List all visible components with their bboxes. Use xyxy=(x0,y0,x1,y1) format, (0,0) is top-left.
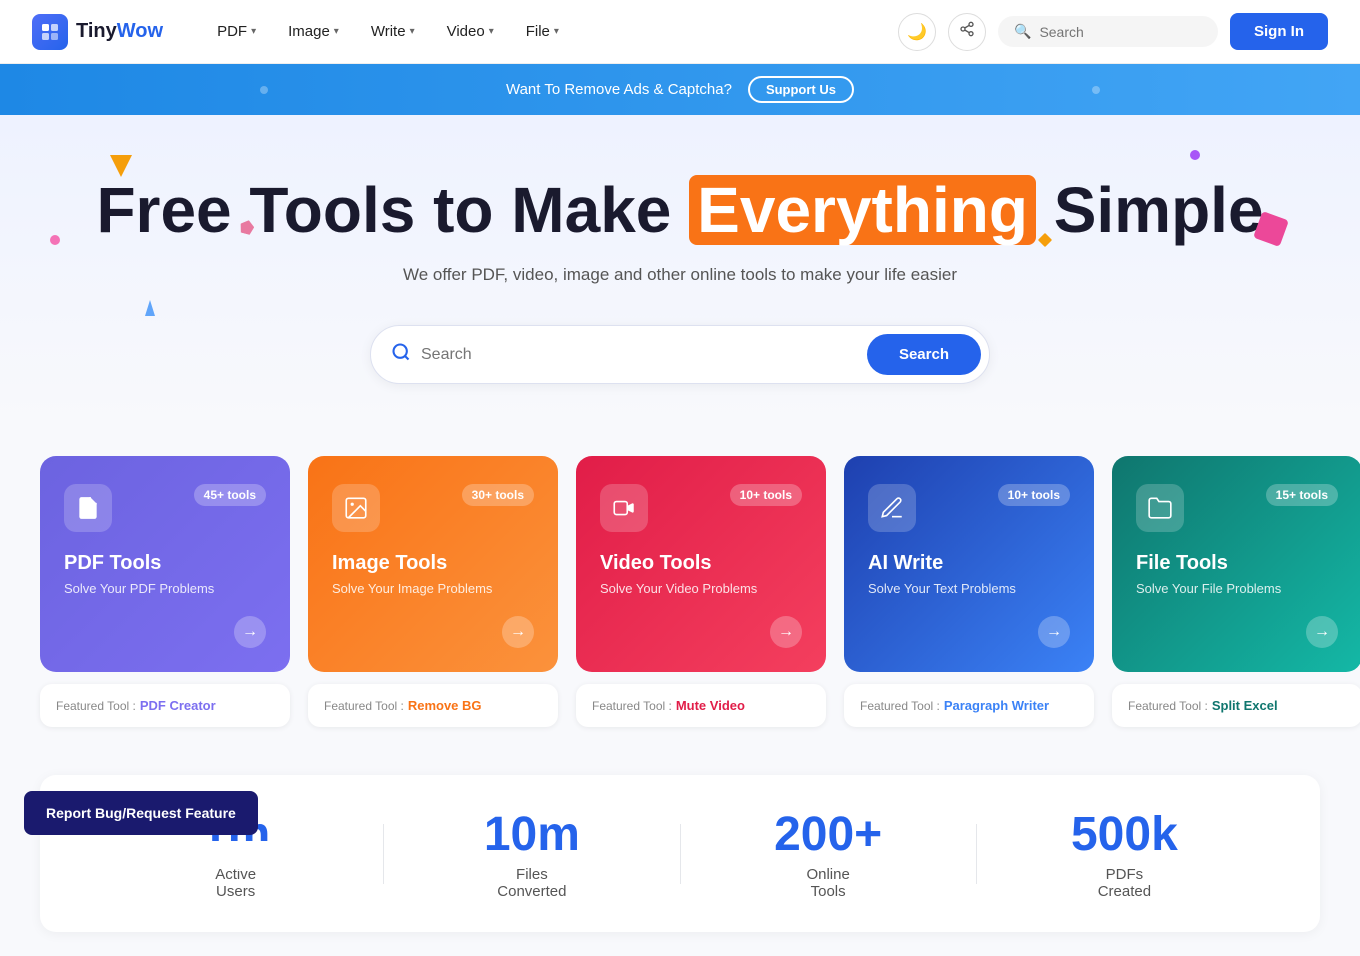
image-title: Image Tools xyxy=(332,552,534,575)
file-arrow[interactable]: → xyxy=(1306,616,1338,648)
stat-tools-label: OnlineTools xyxy=(681,866,976,900)
search-icon: 🔍 xyxy=(1014,23,1031,40)
logo[interactable]: TinyWow xyxy=(32,14,163,50)
moon-icon: 🌙 xyxy=(907,22,927,42)
video-arrow[interactable]: → xyxy=(770,616,802,648)
tool-card-video[interactable]: 10+ tools Video Tools Solve Your Video P… xyxy=(576,456,826,672)
file-subtitle: Solve Your File Problems xyxy=(1136,581,1338,596)
stat-tools: 200+ OnlineTools xyxy=(681,807,976,900)
chevron-down-icon: ▾ xyxy=(410,26,415,37)
banner-dot-1 xyxy=(260,86,268,94)
ai-badge: 10+ tools xyxy=(998,484,1070,506)
video-subtitle: Solve Your Video Problems xyxy=(600,581,802,596)
image-badge: 30+ tools xyxy=(462,484,534,506)
navbar: TinyWow PDF ▾ Image ▾ Write ▾ Video ▾ Fi… xyxy=(0,0,1360,64)
chevron-down-icon: ▾ xyxy=(554,26,559,37)
tool-card-pdf[interactable]: 45+ tools PDF Tools Solve Your PDF Probl… xyxy=(40,456,290,672)
ai-title: AI Write xyxy=(868,552,1070,575)
hero-search-input[interactable] xyxy=(421,346,867,364)
video-badge: 10+ tools xyxy=(730,484,802,506)
nav-actions: 🌙 🔍 Sign In xyxy=(898,13,1328,51)
tool-card-header-video: 10+ tools xyxy=(600,484,802,532)
video-featured-card: Featured Tool : Mute Video xyxy=(576,684,826,727)
hero-headline: Free Tools to Make Everything Simple xyxy=(40,175,1320,245)
nav-search-input[interactable] xyxy=(1039,24,1202,40)
banner: Want To Remove Ads & Captcha? Support Us xyxy=(0,64,1360,115)
image-icon xyxy=(332,484,380,532)
nav-item-video[interactable]: Video ▾ xyxy=(433,15,508,48)
ai-icon xyxy=(868,484,916,532)
pdf-badge: 45+ tools xyxy=(194,484,266,506)
ai-subtitle: Solve Your Text Problems xyxy=(868,581,1070,596)
headline-end: Simple xyxy=(1036,174,1264,246)
chevron-down-icon: ▾ xyxy=(489,26,494,37)
stat-files-value: 10m xyxy=(384,807,679,862)
hero-search-bar: Search xyxy=(370,325,990,384)
hero-subtitle: We offer PDF, video, image and other onl… xyxy=(40,265,1320,285)
hero-search-button[interactable]: Search xyxy=(867,334,981,375)
image-featured-card: Featured Tool : Remove BG xyxy=(308,684,558,727)
file-title: File Tools xyxy=(1136,552,1338,575)
headline-start: Free Tools to Make xyxy=(96,174,689,246)
tools-section: 45+ tools PDF Tools Solve Your PDF Probl… xyxy=(0,424,1360,751)
chevron-down-icon: ▾ xyxy=(251,26,256,37)
nav-item-file[interactable]: File ▾ xyxy=(512,15,573,48)
banner-dot-2 xyxy=(1092,86,1100,94)
stat-users-label: ActiveUsers xyxy=(88,866,383,900)
stat-pdfs-label: PDFsCreated xyxy=(977,866,1272,900)
tool-card-ai[interactable]: 10+ tools AI Write Solve Your Text Probl… xyxy=(844,456,1094,672)
support-us-button[interactable]: Support Us xyxy=(748,76,854,103)
tools-row: 45+ tools PDF Tools Solve Your PDF Probl… xyxy=(40,456,1320,672)
share-button[interactable] xyxy=(948,13,986,51)
pdf-subtitle: Solve Your PDF Problems xyxy=(64,581,266,596)
banner-text: Want To Remove Ads & Captcha? xyxy=(506,81,732,98)
share-icon xyxy=(959,21,975,42)
pdf-title: PDF Tools xyxy=(64,552,266,575)
shape-dot-purple xyxy=(1190,150,1200,160)
logo-text: TinyWow xyxy=(76,20,163,43)
bug-report-button[interactable]: Report Bug/Request Feature xyxy=(24,791,258,835)
pdf-featured-card: Featured Tool : PDF Creator xyxy=(40,684,290,727)
video-icon xyxy=(600,484,648,532)
tool-card-header: 45+ tools xyxy=(64,484,266,532)
tool-card-file[interactable]: 15+ tools File Tools Solve Your File Pro… xyxy=(1112,456,1360,672)
tool-card-image[interactable]: 30+ tools Image Tools Solve Your Image P… xyxy=(308,456,558,672)
stat-files-label: FilesConverted xyxy=(384,866,679,900)
file-icon xyxy=(1136,484,1184,532)
tool-card-header-image: 30+ tools xyxy=(332,484,534,532)
stat-pdfs: 500k PDFsCreated xyxy=(977,807,1272,900)
nav-links: PDF ▾ Image ▾ Write ▾ Video ▾ File ▾ xyxy=(203,15,898,48)
nav-item-image[interactable]: Image ▾ xyxy=(274,15,353,48)
headline-highlight: Everything xyxy=(689,175,1036,245)
stat-files: 10m FilesConverted xyxy=(384,807,679,900)
chevron-down-icon: ▾ xyxy=(334,26,339,37)
logo-icon xyxy=(32,14,68,50)
stat-pdfs-value: 500k xyxy=(977,807,1272,862)
ai-featured-card: Featured Tool : Paragraph Writer xyxy=(844,684,1094,727)
file-badge: 15+ tools xyxy=(1266,484,1338,506)
pdf-icon xyxy=(64,484,112,532)
sign-in-button[interactable]: Sign In xyxy=(1230,13,1328,50)
tool-card-header-ai: 10+ tools xyxy=(868,484,1070,532)
hero-section: Free Tools to Make Everything Simple We … xyxy=(0,115,1360,424)
nav-item-write[interactable]: Write ▾ xyxy=(357,15,429,48)
image-subtitle: Solve Your Image Problems xyxy=(332,581,534,596)
image-arrow[interactable]: → xyxy=(502,616,534,648)
video-title: Video Tools xyxy=(600,552,802,575)
stat-tools-value: 200+ xyxy=(681,807,976,862)
nav-search-bar[interactable]: 🔍 xyxy=(998,16,1218,47)
shape-triangle-blue xyxy=(145,300,155,316)
tool-card-header-file: 15+ tools xyxy=(1136,484,1338,532)
search-icon xyxy=(391,342,411,367)
nav-item-pdf[interactable]: PDF ▾ xyxy=(203,15,270,48)
file-featured-card: Featured Tool : Split Excel xyxy=(1112,684,1360,727)
theme-toggle-button[interactable]: 🌙 xyxy=(898,13,936,51)
featured-row: Featured Tool : PDF Creator Featured Too… xyxy=(40,684,1320,727)
pdf-arrow[interactable]: → xyxy=(234,616,266,648)
ai-arrow[interactable]: → xyxy=(1038,616,1070,648)
